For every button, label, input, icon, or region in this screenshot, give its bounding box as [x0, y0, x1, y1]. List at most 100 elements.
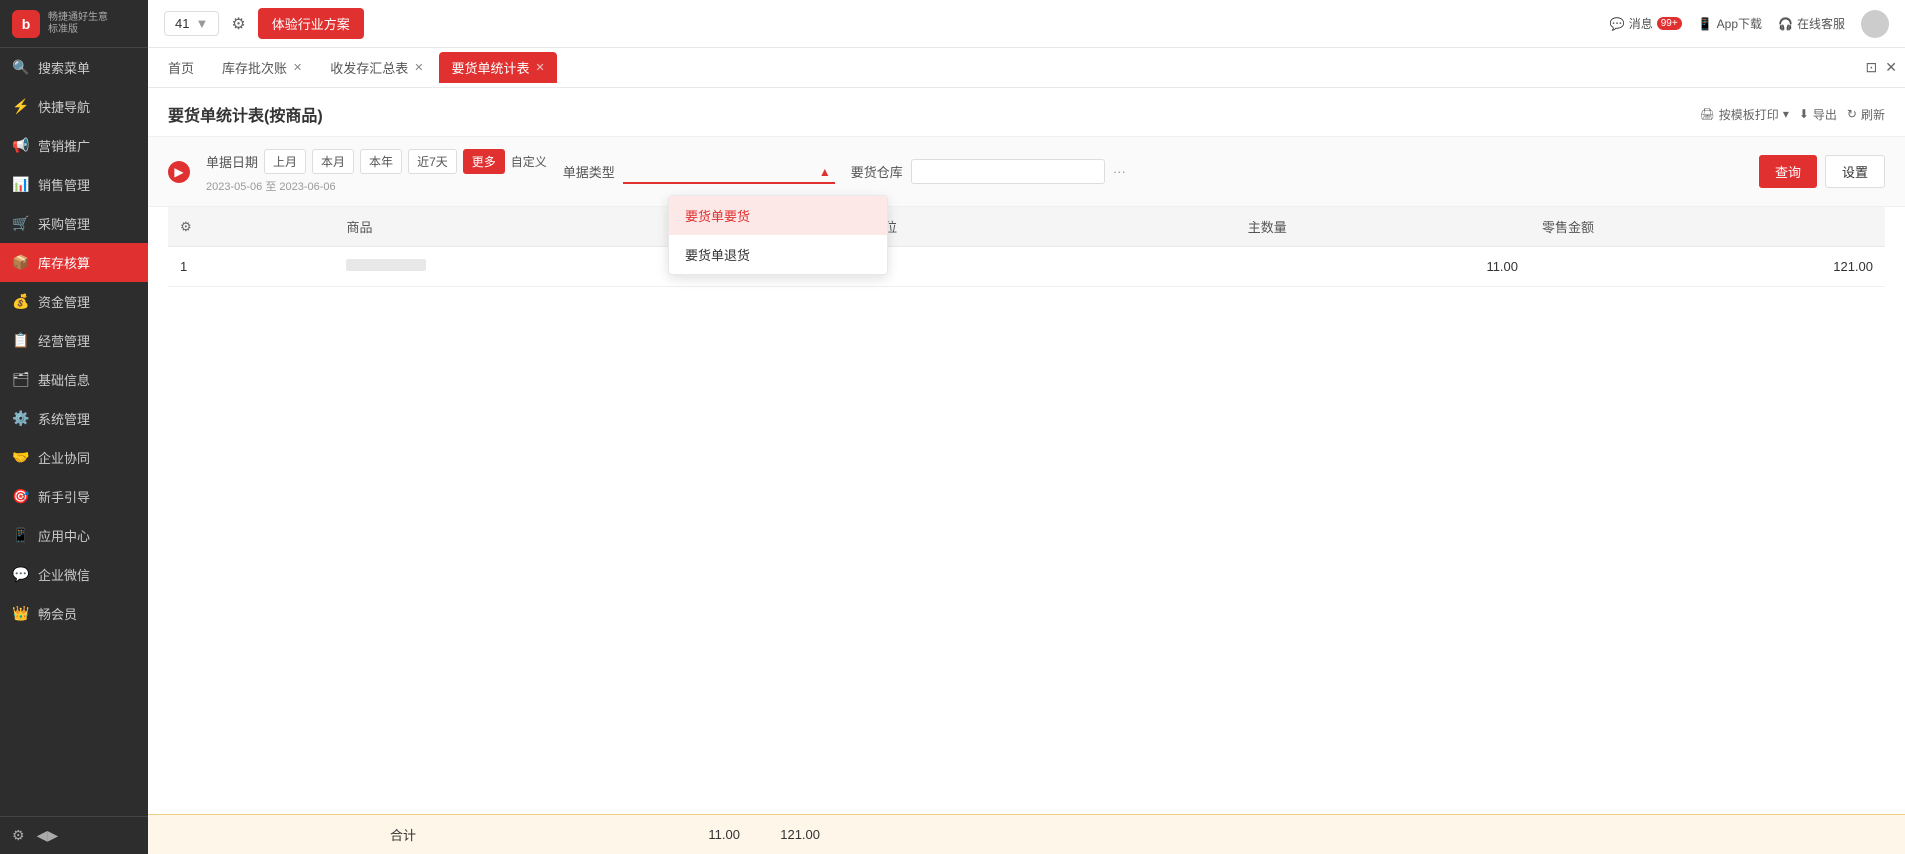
- dropdown-item-order-goods[interactable]: 要货单要货: [669, 196, 887, 235]
- tab-batch[interactable]: 库存批次账 ✕: [210, 52, 314, 83]
- setting-button[interactable]: 设置: [1825, 155, 1885, 188]
- sidebar-nav: 🔍 搜索菜单 ⚡ 快捷导航 📢 营销推广 📊 销售管理 🛒 采购管理 📦 库存核…: [0, 48, 148, 816]
- sidebar-item-label: 新手引导: [38, 487, 90, 506]
- warehouse-filter-group: 要货仓库 ···: [851, 159, 1126, 184]
- purchase-icon: 🛒: [12, 215, 30, 232]
- tabs-close-all-icon[interactable]: ✕: [1885, 59, 1897, 76]
- shortcut-icon: ⚡: [12, 98, 30, 115]
- sidebar-item-label: 企业协同: [38, 448, 90, 467]
- sidebar-item-app-center[interactable]: 📱 应用中心: [0, 516, 148, 555]
- date-btn-this-month[interactable]: 本月: [312, 149, 354, 174]
- sidebar-item-inventory[interactable]: 📦 库存核算: [0, 243, 148, 282]
- page-header-actions: 🖨 按模板打印 ▾ ⬇ 导出 ↻ 刷新: [1700, 106, 1885, 123]
- sidebar-item-finance[interactable]: 💰 资金管理: [0, 282, 148, 321]
- phone-icon: 📱: [1698, 17, 1713, 31]
- col-settings: ⚙: [168, 207, 334, 247]
- sidebar-item-sales[interactable]: 📊 销售管理: [0, 165, 148, 204]
- sidebar-item-enterprise[interactable]: 🤝 企业协同: [0, 438, 148, 477]
- trial-button[interactable]: 体验行业方案: [258, 8, 364, 39]
- sidebar-item-label: 库存核算: [38, 253, 90, 272]
- sidebar-item-member[interactable]: 👑 畅会员: [0, 594, 148, 633]
- col-settings-icon[interactable]: ⚙: [180, 219, 192, 234]
- print-icon: 🖨: [1700, 107, 1715, 121]
- sidebar-item-operation[interactable]: 📋 经营管理: [0, 321, 148, 360]
- date-filter-group: 单据日期 上月 本月 本年 近7天 更多 自定义 2023-05-06 至 20…: [206, 149, 547, 194]
- tab-batch-close-icon[interactable]: ✕: [293, 61, 302, 74]
- export-button[interactable]: ⬇ 导出: [1799, 106, 1837, 123]
- tab-order-stat-close-icon[interactable]: ✕: [536, 61, 545, 74]
- tab-order-stat[interactable]: 要货单统计表 ✕: [439, 52, 556, 83]
- app-center-icon: 📱: [12, 527, 30, 544]
- sidebar-item-purchase[interactable]: 🛒 采购管理: [0, 204, 148, 243]
- type-select-wrapper: ▲: [623, 159, 835, 184]
- sidebar-item-label: 资金管理: [38, 292, 90, 311]
- product-placeholder: [346, 259, 426, 271]
- online-service-button[interactable]: 🎧 在线客服: [1778, 15, 1845, 32]
- date-custom-btn[interactable]: 自定义: [511, 153, 547, 170]
- tabs-restore-icon[interactable]: ⊡: [1866, 59, 1878, 76]
- sidebar-item-label: 畅会员: [38, 604, 77, 623]
- warehouse-more-icon[interactable]: ···: [1113, 164, 1126, 179]
- date-btn-this-year[interactable]: 本年: [360, 149, 402, 174]
- refresh-button[interactable]: ↻ 刷新: [1847, 106, 1885, 123]
- messages-button[interactable]: 💬 消息 99+: [1610, 15, 1682, 32]
- query-button[interactable]: 查询: [1759, 155, 1817, 188]
- export-label: 导出: [1813, 106, 1837, 123]
- guide-icon: 🎯: [12, 488, 30, 505]
- wechat-icon: 💬: [12, 566, 30, 583]
- date-filter-top: 单据日期 上月 本月 本年 近7天 更多 自定义: [206, 149, 547, 174]
- store-selector[interactable]: 41 ▼: [164, 11, 219, 36]
- type-select-arrow-icon[interactable]: ▲: [819, 165, 831, 179]
- sidebar-item-system[interactable]: ⚙️ 系统管理: [0, 399, 148, 438]
- sidebar-bottom: ⚙ ◀▶: [0, 816, 148, 854]
- table-footer: 合计 11.00 121.00: [148, 814, 1905, 854]
- finance-icon: 💰: [12, 293, 30, 310]
- sidebar-item-basic[interactable]: 🗂 基础信息: [0, 360, 148, 399]
- sidebar-item-search[interactable]: 🔍 搜索菜单: [0, 48, 148, 87]
- page-header: 要货单统计表(按商品) 🖨 按模板打印 ▾ ⬇ 导出 ↻ 刷新: [148, 88, 1905, 137]
- tabs-bar: 首页 库存批次账 ✕ 收发存汇总表 ✕ 要货单统计表 ✕ ⊡ ✕: [148, 48, 1905, 88]
- sales-icon: 📊: [12, 176, 30, 193]
- inventory-icon: 📦: [12, 254, 30, 271]
- filter-row: ▶ 单据日期 上月 本月 本年 近7天 更多 自定义 2023-05-06 至 …: [148, 137, 1905, 207]
- refresh-label: 刷新: [1861, 106, 1885, 123]
- date-btn-7days[interactable]: 近7天: [408, 149, 457, 174]
- sidebar-item-shortcut[interactable]: ⚡ 快捷导航: [0, 87, 148, 126]
- sidebar-item-guide[interactable]: 🎯 新手引导: [0, 477, 148, 516]
- print-arrow-icon: ▾: [1783, 107, 1789, 121]
- user-avatar[interactable]: [1861, 10, 1889, 38]
- dropdown-item-label: 要货单退货: [685, 248, 750, 263]
- store-arrow-icon: ▼: [195, 16, 208, 31]
- print-button[interactable]: 🖨 按模板打印 ▾: [1700, 106, 1789, 123]
- messages-badge: 99+: [1657, 17, 1682, 30]
- print-label: 按模板打印: [1719, 106, 1779, 123]
- warehouse-filter-label: 要货仓库: [851, 162, 903, 181]
- date-btn-last-month[interactable]: 上月: [264, 149, 306, 174]
- dropdown-item-order-return[interactable]: 要货单退货: [669, 235, 887, 274]
- dropdown-item-label: 要货单要货: [685, 209, 750, 224]
- filter-expand-button[interactable]: ▶: [168, 161, 190, 183]
- cell-quantity: 11.00: [1236, 247, 1530, 287]
- warehouse-input[interactable]: [911, 159, 1105, 184]
- tab-order-stat-label: 要货单统计表: [451, 58, 529, 77]
- app-download-button[interactable]: 📱 App下载: [1698, 15, 1762, 32]
- member-icon: 👑: [12, 605, 30, 622]
- sidebar: b 畅捷通好生意 标准版 🔍 搜索菜单 ⚡ 快捷导航 📢 营销推广 📊 销售管理…: [0, 0, 148, 854]
- logo-icon: b: [12, 10, 40, 38]
- type-filter-label: 单据类型: [563, 162, 615, 181]
- type-select-input[interactable]: [623, 159, 835, 184]
- filter-actions: 查询 设置: [1759, 155, 1885, 188]
- sidebar-item-wechat[interactable]: 💬 企业微信: [0, 555, 148, 594]
- table-container: ⚙ 商品 主计量单位 主数量 零售金额 1 块: [148, 207, 1905, 287]
- footer-amount: 121.00: [760, 827, 840, 842]
- sidebar-item-marketing[interactable]: 📢 营销推广: [0, 126, 148, 165]
- tab-receive-close-icon[interactable]: ✕: [414, 61, 423, 74]
- cell-index: 1: [168, 247, 334, 287]
- tab-home[interactable]: 首页: [156, 52, 206, 83]
- collapse-icon[interactable]: ◀▶: [37, 827, 59, 844]
- topbar-gear-icon[interactable]: ⚙: [231, 14, 245, 34]
- sidebar-item-label: 搜索菜单: [38, 58, 90, 77]
- tab-receive[interactable]: 收发存汇总表 ✕: [318, 52, 435, 83]
- settings-bottom-icon[interactable]: ⚙: [12, 827, 25, 844]
- date-btn-more[interactable]: 更多: [463, 149, 505, 174]
